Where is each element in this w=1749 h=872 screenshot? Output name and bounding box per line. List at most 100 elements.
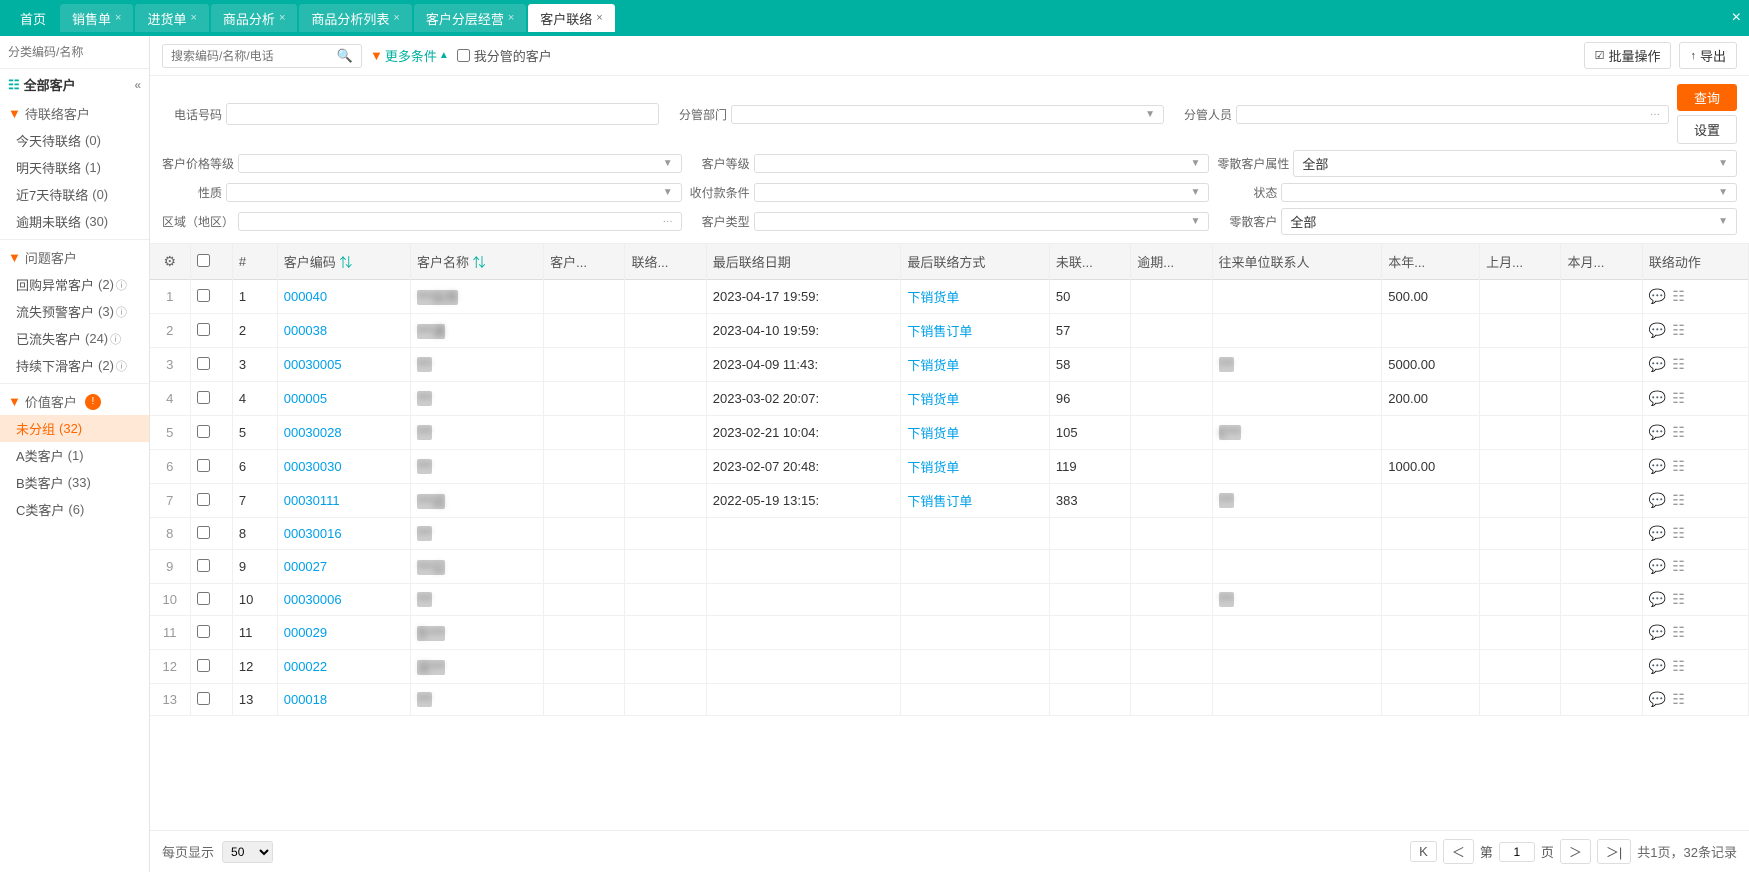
message-icon[interactable]: 💬 xyxy=(1649,288,1666,305)
nav-tab-product-analysis[interactable]: 商品分析 × xyxy=(211,4,297,32)
nav-tab-purchase[interactable]: 进货单 × xyxy=(135,4,208,32)
row-code[interactable]: 000029 xyxy=(277,616,410,650)
grid-icon[interactable]: ☷ xyxy=(1672,356,1685,373)
reset-button[interactable]: 设置 xyxy=(1677,115,1737,144)
my-customers-checkbox[interactable]: 我分管的客户 xyxy=(457,46,552,65)
nav-tab-customer-contact[interactable]: 客户联络 × xyxy=(528,4,614,32)
row-last-contact-method[interactable]: 下销售订单 xyxy=(901,314,1050,348)
first-page-button[interactable]: K xyxy=(1410,841,1437,862)
grid-icon[interactable]: ☷ xyxy=(1672,691,1685,708)
sidebar-group-problem[interactable]: ▼ 问题客户 xyxy=(0,244,149,271)
row-code[interactable]: 00030028 xyxy=(277,416,410,450)
row-checkbox[interactable] xyxy=(190,616,232,650)
grid-icon[interactable]: ☷ xyxy=(1672,322,1685,339)
query-button[interactable]: 查询 xyxy=(1677,84,1737,111)
sidebar-item-class-a[interactable]: A类客户 (1) xyxy=(0,442,149,469)
filter-customer-type-select[interactable]: ▼ xyxy=(754,212,1210,231)
row-code[interactable]: 000005 xyxy=(277,382,410,416)
message-icon[interactable]: 💬 xyxy=(1649,424,1666,441)
row-last-contact-method[interactable]: 下销售订单 xyxy=(901,484,1050,518)
message-icon[interactable]: 💬 xyxy=(1649,591,1666,608)
sidebar-item-7day-pending[interactable]: 近7天待联络 (0) xyxy=(0,181,149,208)
nav-tab-customer-layer[interactable]: 客户分层经营 × xyxy=(414,4,526,32)
nav-tab-sales[interactable]: 销售单 × xyxy=(60,4,133,32)
sidebar-item-tomorrow-pending[interactable]: 明天待联络 (1) xyxy=(0,154,149,181)
page-size-select[interactable]: 50 100 xyxy=(222,841,273,863)
sidebar-item-declining[interactable]: 持续下滑客户 (2) ⓘ xyxy=(0,352,149,379)
row-last-contact-method[interactable]: 下销货单 xyxy=(901,280,1050,314)
row-checkbox[interactable] xyxy=(190,314,232,348)
row-checkbox[interactable] xyxy=(190,484,232,518)
close-icon[interactable]: × xyxy=(393,12,399,24)
message-icon[interactable]: 💬 xyxy=(1649,691,1666,708)
row-code[interactable]: 00030016 xyxy=(277,518,410,550)
sidebar-search-input[interactable] xyxy=(8,45,150,59)
row-checkbox[interactable] xyxy=(190,650,232,684)
sidebar-item-class-c[interactable]: C类客户 (6) xyxy=(0,496,149,523)
row-checkbox[interactable] xyxy=(190,450,232,484)
row-code[interactable]: 000018 xyxy=(277,684,410,716)
filter-search-input[interactable] xyxy=(171,49,333,63)
close-icon[interactable]: × xyxy=(115,12,121,24)
row-last-contact-method[interactable]: 下销货单 xyxy=(901,416,1050,450)
close-all-button[interactable]: × xyxy=(1732,9,1741,27)
message-icon[interactable]: 💬 xyxy=(1649,322,1666,339)
row-checkbox[interactable] xyxy=(190,684,232,716)
filter-manager-select[interactable]: ··· xyxy=(1236,105,1669,124)
grid-icon[interactable]: ☷ xyxy=(1672,591,1685,608)
grid-icon[interactable]: ☷ xyxy=(1672,492,1685,509)
row-code[interactable]: 000040 xyxy=(277,280,410,314)
sidebar-all-customers[interactable]: ☷ 全部客户 « xyxy=(0,69,149,100)
prev-page-button[interactable]: ＜ xyxy=(1443,839,1474,864)
filter-payment-select[interactable]: ▼ xyxy=(754,183,1210,202)
message-icon[interactable]: 💬 xyxy=(1649,658,1666,675)
message-icon[interactable]: 💬 xyxy=(1649,558,1666,575)
grid-icon[interactable]: ☷ xyxy=(1672,288,1685,305)
grid-icon[interactable]: ☷ xyxy=(1672,390,1685,407)
message-icon[interactable]: 💬 xyxy=(1649,624,1666,641)
row-code[interactable]: 000027 xyxy=(277,550,410,584)
sidebar-group-pending[interactable]: ▼ 待联络客户 xyxy=(0,100,149,127)
close-icon[interactable]: × xyxy=(508,12,514,24)
row-code[interactable]: 00030030 xyxy=(277,450,410,484)
grid-icon[interactable]: ☷ xyxy=(1672,424,1685,441)
row-checkbox[interactable] xyxy=(190,348,232,382)
row-checkbox[interactable] xyxy=(190,280,232,314)
close-icon[interactable]: × xyxy=(190,12,196,24)
message-icon[interactable]: 💬 xyxy=(1649,356,1666,373)
more-conditions-button[interactable]: ▼ 更多条件 ▲ xyxy=(370,46,449,65)
grid-icon[interactable]: ☷ xyxy=(1672,658,1685,675)
batch-ops-button[interactable]: ☑ 批量操作 xyxy=(1584,42,1672,69)
col-name-header[interactable]: 客户名称 ⇅ xyxy=(410,244,543,280)
filter-retail-attr-select[interactable]: 全部 ▼ xyxy=(1293,150,1737,177)
row-checkbox[interactable] xyxy=(190,416,232,450)
filter-retail-customer-select[interactable]: 全部 ▼ xyxy=(1281,208,1737,235)
page-number-input[interactable] xyxy=(1499,842,1535,862)
sidebar-item-lost[interactable]: 已流失客户 (24) ⓘ xyxy=(0,325,149,352)
my-customers-check[interactable] xyxy=(457,49,470,62)
filter-dept-select[interactable]: ▼ xyxy=(731,105,1164,124)
nav-tab-home[interactable]: 首页 xyxy=(8,4,58,32)
filter-search-icon[interactable]: 🔍 xyxy=(337,48,353,64)
message-icon[interactable]: 💬 xyxy=(1649,458,1666,475)
row-last-contact-method[interactable]: 下销货单 xyxy=(901,450,1050,484)
row-checkbox[interactable] xyxy=(190,584,232,616)
row-last-contact-method[interactable]: 下销货单 xyxy=(901,348,1050,382)
next-page-button[interactable]: ＞ xyxy=(1560,839,1591,864)
message-icon[interactable]: 💬 xyxy=(1649,492,1666,509)
sidebar-item-abnormal[interactable]: 回购异常客户 (2) ⓘ xyxy=(0,271,149,298)
grid-icon[interactable]: ☷ xyxy=(1672,525,1685,542)
close-icon[interactable]: × xyxy=(596,12,602,24)
filter-region-select[interactable]: ··· xyxy=(238,212,682,231)
filter-phone-input[interactable] xyxy=(226,103,659,125)
close-icon[interactable]: × xyxy=(279,12,285,24)
grid-icon[interactable]: ☷ xyxy=(1672,558,1685,575)
row-code[interactable]: 00030006 xyxy=(277,584,410,616)
filter-status-select[interactable]: ▼ xyxy=(1281,183,1737,202)
row-checkbox[interactable] xyxy=(190,382,232,416)
filter-customer-level-select[interactable]: ▼ xyxy=(754,154,1210,173)
sidebar-item-class-b[interactable]: B类客户 (33) xyxy=(0,469,149,496)
nav-tab-product-list[interactable]: 商品分析列表 × xyxy=(299,4,411,32)
last-page-button[interactable]: ＞| xyxy=(1597,839,1631,864)
sidebar-item-unclassified[interactable]: 未分组 (32) xyxy=(0,415,149,442)
